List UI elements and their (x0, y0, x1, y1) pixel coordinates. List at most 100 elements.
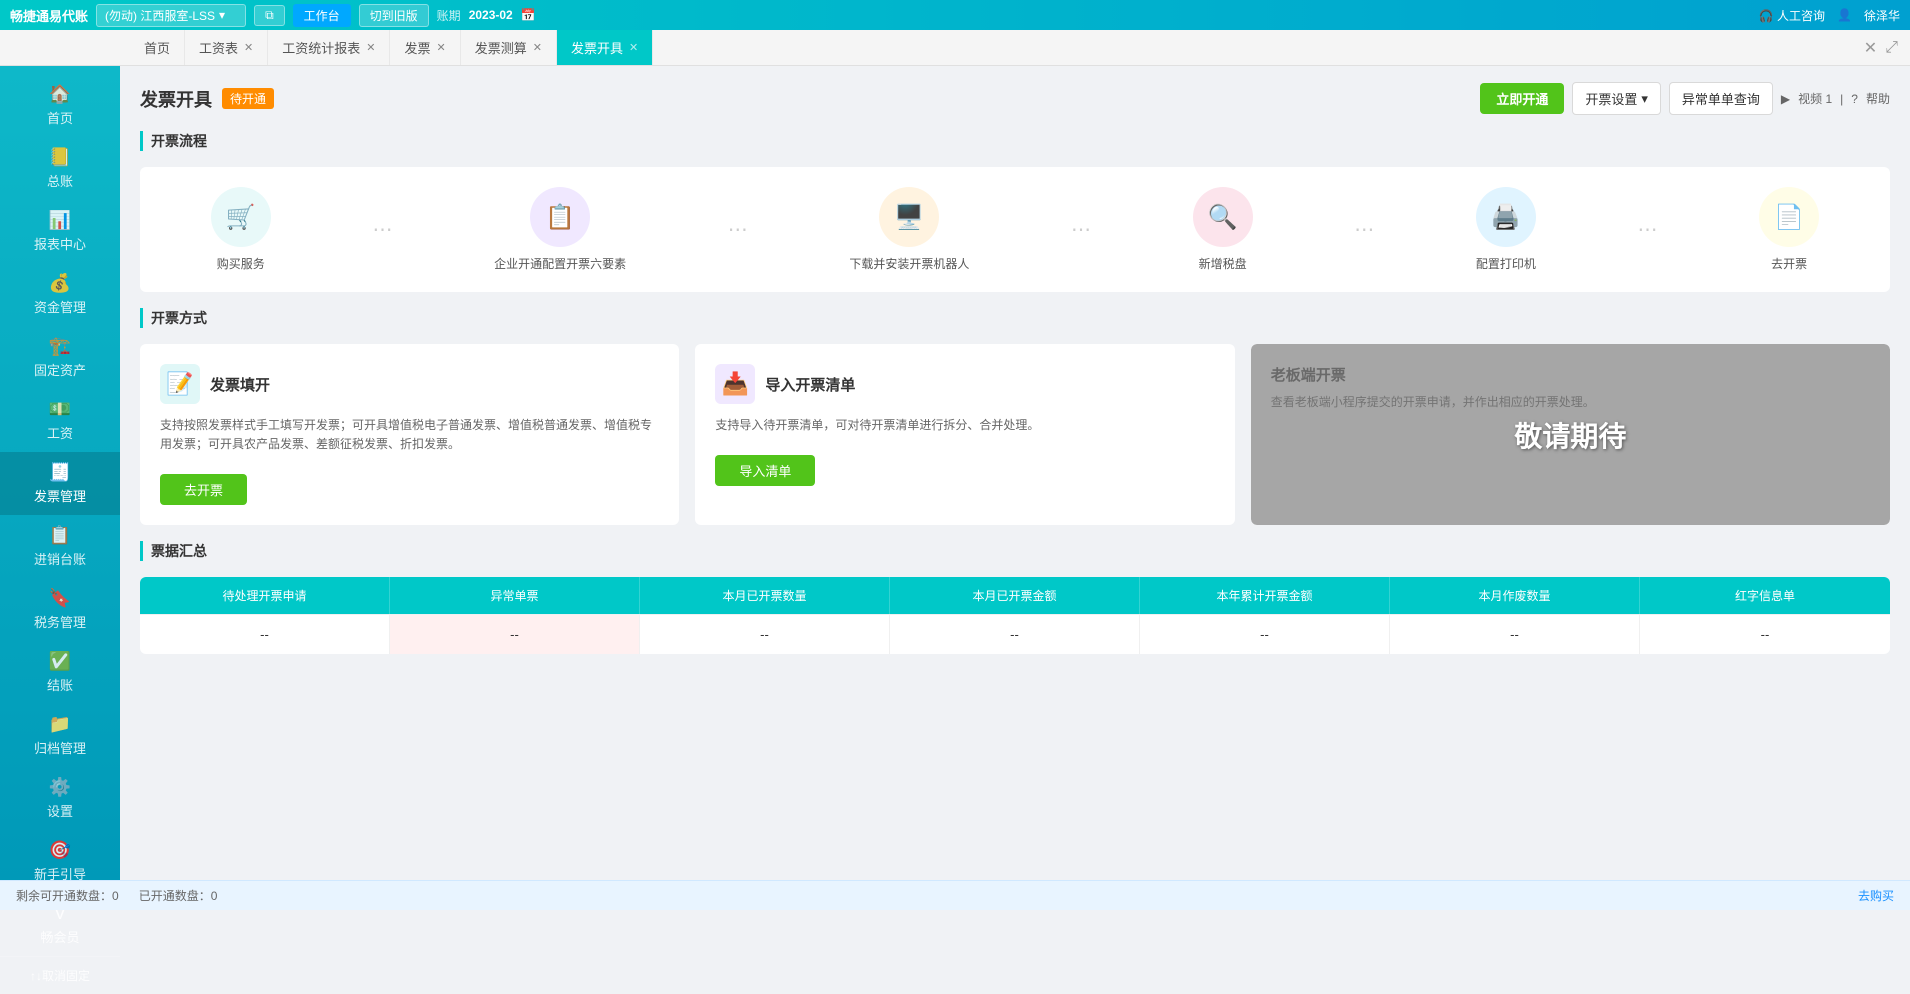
tab-label: 发票测算 (475, 38, 527, 57)
remain-disks-label: 剩余可开通数盘：0 (16, 887, 119, 904)
sidebar-item-label: 首页 (47, 108, 73, 127)
tab-close-icon[interactable]: ✕ (629, 41, 638, 54)
immediate-open-button[interactable]: 立即开通 (1480, 83, 1564, 114)
step-issue-invoice[interactable]: 📄 去开票 (1759, 187, 1819, 272)
period-value: 2023-02 (469, 8, 513, 22)
page-header: 发票开具 待开通 立即开通 开票设置 ▾ 异常单单查询 ▶ 视频 1 | ? 帮… (140, 82, 1890, 115)
tab-close-icon[interactable]: ✕ (366, 41, 375, 54)
switch-old-version-button[interactable]: 切到旧版 (359, 4, 429, 27)
help-label[interactable]: 帮助 (1866, 90, 1890, 107)
main-content: 发票开具 待开通 立即开通 开票设置 ▾ 异常单单查询 ▶ 视频 1 | ? 帮… (120, 66, 1910, 880)
summary-col-abnormal: 异常单票 (390, 577, 640, 614)
summary-header: 待处理开票申请 异常单票 本月已开票数量 本月已开票金额 本年累计开票金额 本月… (140, 577, 1890, 614)
abnormal-query-button[interactable]: 异常单单查询 (1669, 82, 1773, 115)
method-icon-manual: 📝 (160, 364, 200, 404)
tab-label: 发票 (404, 38, 430, 57)
summary-cell-red-note: -- (1640, 615, 1890, 654)
step-buy-service[interactable]: 🛒 购买服务 (211, 187, 271, 272)
sidebar-item-label: 设置 (47, 801, 73, 820)
copy-button[interactable]: ⧉ (254, 5, 285, 26)
user-name[interactable]: 徐泽华 (1864, 7, 1900, 24)
sidebar-item-salary[interactable]: 💵 工资 (0, 389, 120, 452)
close-icon[interactable]: ✕ (1864, 38, 1877, 58)
sidebar-item-invoice-mgmt[interactable]: 🧾 发票管理 (0, 452, 120, 515)
consult-button[interactable]: 🎧 人工咨询 (1759, 7, 1825, 24)
tab-close-icon[interactable]: ✕ (533, 41, 542, 54)
tab-close-icon[interactable]: ✕ (437, 41, 446, 54)
user-avatar: 👤 (1837, 8, 1852, 22)
sidebar-item-label: 进销台账 (34, 549, 86, 568)
summary-col-month-count: 本月已开票数量 (640, 577, 890, 614)
sidebar-item-home[interactable]: 🏠 首页 (0, 74, 120, 137)
summary-col-pending: 待处理开票申请 (140, 577, 390, 614)
method-title-manual: 发票填开 (210, 374, 270, 395)
sidebar-item-closing[interactable]: ✅ 结账 (0, 641, 120, 704)
import-list-button[interactable]: 导入清单 (715, 455, 815, 486)
step-add-tax-disk[interactable]: 🔍 新增税盘 (1193, 187, 1253, 272)
tab-label: 首页 (144, 38, 170, 57)
buy-link[interactable]: 去购买 (1858, 887, 1894, 904)
tab-home[interactable]: 首页 (130, 30, 185, 65)
tab-payroll-stats[interactable]: 工资统计报表 ✕ (268, 30, 390, 65)
summary-cell-void-count: -- (1390, 615, 1640, 654)
config-printer-icon: 🖨️ (1476, 187, 1536, 247)
sidebar: 🏠 首页 📒 总账 📊 报表中心 💰 资金管理 🏗️ 固定资产 💵 工资 🧾 发… (0, 66, 120, 880)
company-label: (勿动) 江西服室-LSS (105, 7, 215, 24)
assets-icon: 🏗️ (49, 336, 71, 357)
top-bar: 畅捷通易代账 (勿动) 江西服室-LSS ▾ ⧉ 工作台 切到旧版 账期 202… (0, 0, 1910, 30)
calendar-icon[interactable]: 📅 (521, 8, 536, 22)
sidebar-item-tax-mgmt[interactable]: 🔖 税务管理 (0, 578, 120, 641)
workspace-button[interactable]: 工作台 (293, 4, 351, 27)
open-settings-button[interactable]: 开票设置 ▾ (1572, 82, 1661, 115)
restore-icon[interactable]: ⤢ (1885, 39, 1898, 57)
dropdown-arrow-icon: ▾ (219, 8, 225, 22)
tab-invoice[interactable]: 发票 ✕ (390, 30, 460, 65)
methods-row: 📝 发票填开 支持按照发票样式手工填写开发票；可开具增值税电子普通发票、增值税普… (140, 344, 1890, 525)
sidebar-item-reports[interactable]: 📊 报表中心 (0, 200, 120, 263)
coming-soon-overlay: 敬请期待 (1251, 344, 1890, 525)
settings-label: 开票设置 (1585, 89, 1637, 108)
summary-col-red-note: 红字信息单 (1640, 577, 1890, 614)
tab-close-icon[interactable]: ✕ (244, 41, 253, 54)
status-badge: 待开通 (222, 88, 274, 109)
tab-payroll[interactable]: 工资表 ✕ (185, 30, 268, 65)
settings-icon: ⚙️ (49, 777, 71, 798)
top-bar-left: 畅捷通易代账 (勿动) 江西服室-LSS ▾ ⧉ 工作台 切到旧版 账期 202… (10, 4, 536, 27)
page-actions: 立即开通 开票设置 ▾ 异常单单查询 ▶ 视频 1 | ? 帮助 (1480, 82, 1890, 115)
help-divider: | (1840, 92, 1843, 106)
step-label: 新增税盘 (1199, 255, 1247, 272)
sidebar-item-label: 畅会员 (40, 927, 79, 946)
summary-col-month-amount: 本月已开票金额 (890, 577, 1140, 614)
top-bar-right: 🎧 人工咨询 👤 徐泽华 (1759, 7, 1900, 24)
tab-invoice-calc[interactable]: 发票测算 ✕ (461, 30, 557, 65)
sidebar-item-settings[interactable]: ⚙️ 设置 (0, 767, 120, 830)
sidebar-item-ledger[interactable]: 📒 总账 (0, 137, 120, 200)
configure-icon: 📋 (530, 187, 590, 247)
tab-invoice-issue[interactable]: 发票开具 ✕ (557, 30, 653, 65)
step-arrow-5: ⋯ (1637, 217, 1657, 242)
video-count[interactable]: 视频 1 (1798, 90, 1832, 107)
purchase-sales-icon: 📋 (49, 525, 71, 546)
step-download-robot[interactable]: 🖥️ 下载并安装开票机器人 (849, 187, 969, 272)
tab-label: 工资统计报表 (282, 38, 360, 57)
sidebar-item-assets[interactable]: 🏗️ 固定资产 (0, 326, 120, 389)
method-card-import: 📥 导入开票清单 支持导入待开票清单，可对待开票清单进行拆分、合并处理。 导入清… (695, 344, 1234, 525)
sidebar-item-archive[interactable]: 📁 归档管理 (0, 704, 120, 767)
sidebar-item-funds[interactable]: 💰 资金管理 (0, 263, 120, 326)
newbie-icon: 🎯 (49, 840, 71, 861)
company-selector[interactable]: (勿动) 江西服室-LSS ▾ (96, 4, 246, 27)
summary-cell-pending: -- (140, 615, 390, 654)
tax-mgmt-icon: 🔖 (49, 588, 71, 609)
reports-icon: 📊 (49, 210, 71, 231)
sidebar-unpin[interactable]: ↑↓取消固定 (0, 956, 120, 994)
page-title-row: 发票开具 待开通 (140, 86, 274, 112)
sidebar-item-purchase-sales[interactable]: 📋 进销台账 (0, 515, 120, 578)
go-issue-button[interactable]: 去开票 (160, 474, 247, 505)
method-card-header: 📥 导入开票清单 (715, 364, 1214, 404)
method-title-import: 导入开票清单 (765, 374, 855, 395)
step-label: 购买服务 (217, 255, 265, 272)
sidebar-item-label: 税务管理 (34, 612, 86, 631)
tab-label: 发票开具 (571, 38, 623, 57)
step-configure[interactable]: 📋 企业开通配置开票六要素 (494, 187, 626, 272)
step-config-printer[interactable]: 🖨️ 配置打印机 (1476, 187, 1536, 272)
